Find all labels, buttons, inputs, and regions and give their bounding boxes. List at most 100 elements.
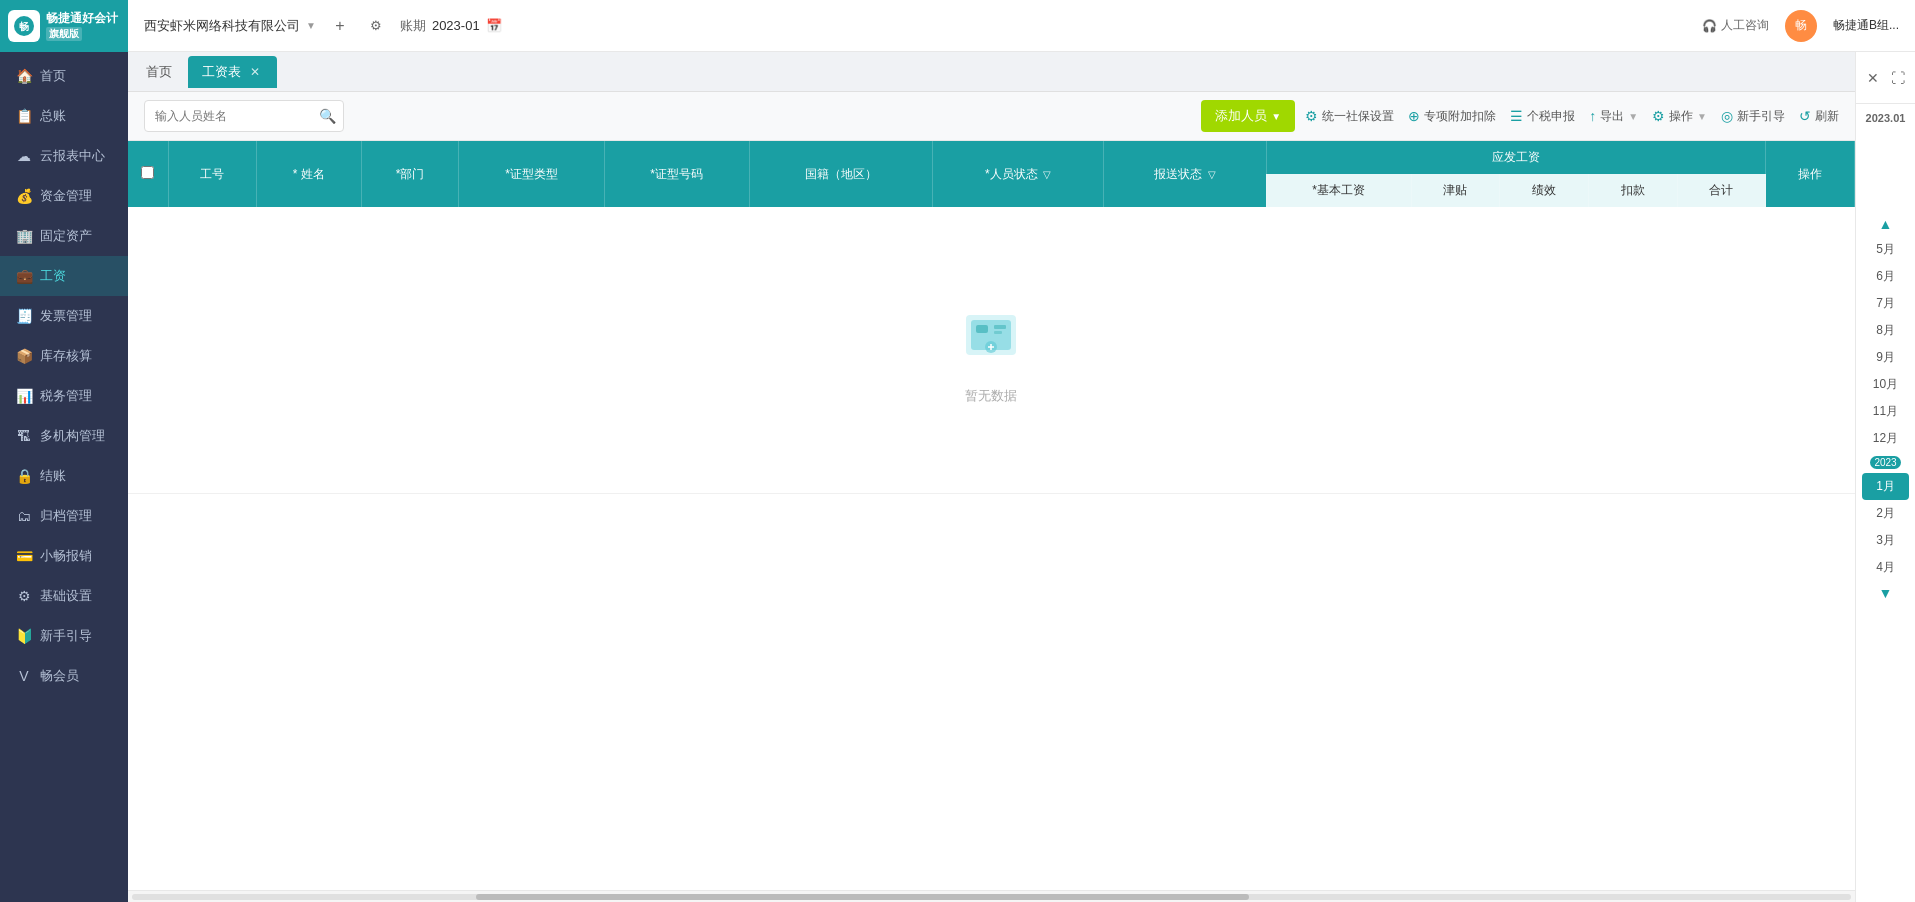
personal-tax-icon: ☰ [1510,108,1523,124]
customer-service-button[interactable]: 🎧 人工咨询 [1702,17,1769,34]
sidebar-item-tax[interactable]: 📊 税务管理 [0,376,128,416]
empty-state-cell: 暂无数据 [128,207,1855,494]
main-content: 首页 工资表 ✕ 🔍 添加人员 ▼ ⚙ [128,52,1855,902]
special-deduction-icon: ⊕ [1408,108,1420,124]
sidebar-item-cloud-report[interactable]: ☁ 云报表中心 [0,136,128,176]
th-person-status: *人员状态 ▽ [932,141,1103,207]
sidebar-item-fund[interactable]: 💰 资金管理 [0,176,128,216]
month-2022-7[interactable]: 7月 [1856,290,1915,317]
month-2022-6[interactable]: 6月 [1856,263,1915,290]
toolbar-actions: ⚙ 统一社保设置 ⊕ 专项附加扣除 ☰ 个税申报 ↑ 导出 ▼ [1305,108,1839,125]
sidebar-item-inventory[interactable]: 📦 库存核算 [0,336,128,376]
special-deduction-button[interactable]: ⊕ 专项附加扣除 [1408,108,1496,125]
expand-panel-button[interactable]: ⛶ [1890,68,1908,88]
sidebar-item-ledger[interactable]: 📋 总账 [0,96,128,136]
headset-icon: 🎧 [1702,19,1717,33]
add-person-button[interactable]: 添加人员 ▼ [1201,100,1295,132]
th-report-status: 报送状态 ▽ [1104,141,1266,207]
add-company-button[interactable]: + [328,14,352,38]
home-icon: 🏠 [16,68,32,84]
company-selector[interactable]: 西安虾米网络科技有限公司 ▼ [144,17,316,35]
sidebar-item-basic-settings[interactable]: ⚙ 基础设置 [0,576,128,616]
th-employee-id: 工号 [168,141,257,207]
guide-icon: 🔰 [16,628,32,644]
tab-payroll[interactable]: 工资表 ✕ [188,56,277,88]
empty-state-icon [951,295,1031,375]
sidebar-item-fixed-assets[interactable]: 🏢 固定资产 [0,216,128,256]
operations-button[interactable]: ⚙ 操作 ▼ [1652,108,1707,125]
logo-icon: 畅 [8,10,40,42]
empty-state: 暂无数据 [138,215,1845,485]
month-2022-10[interactable]: 10月 [1856,371,1915,398]
table-scrollbar[interactable] [128,890,1855,902]
refresh-button[interactable]: ↺ 刷新 [1799,108,1839,125]
tab-home[interactable]: 首页 [132,56,186,88]
svg-rect-6 [994,331,1002,334]
month-2023-1[interactable]: 1月 [1862,473,1909,500]
close-panel-button[interactable]: ✕ [1864,68,1882,88]
th-total: 合计 [1677,174,1766,207]
search-icon[interactable]: 🔍 [319,108,336,124]
period-year-top-label: 2023.01 [1866,112,1906,124]
sidebar-logo: 畅 畅捷通好会计 旗舰版 [0,0,128,52]
expense-icon: 💳 [16,548,32,564]
sidebar-item-member[interactable]: V 畅会员 [0,656,128,696]
report-status-filter-icon[interactable]: ▽ [1208,169,1216,180]
payroll-icon: 💼 [16,268,32,284]
scrollbar-thumb [476,894,1250,900]
social-security-icon: ⚙ [1305,108,1318,124]
month-2022-12[interactable]: 12月 [1856,425,1915,452]
month-2022-11[interactable]: 11月 [1856,398,1915,425]
export-button[interactable]: ↑ 导出 ▼ [1589,108,1638,125]
svg-rect-4 [976,325,988,333]
new-guide-button[interactable]: ◎ 新手引导 [1721,108,1785,125]
sidebar-item-home[interactable]: 🏠 首页 [0,56,128,96]
sidebar-nav: 🏠 首页 📋 总账 ☁ 云报表中心 💰 资金管理 🏢 固定资产 💼 工资 🧾 发… [0,52,128,902]
invoice-icon: 🧾 [16,308,32,324]
tab-close-button[interactable]: ✕ [247,64,263,80]
account-period: 账期 2023-01 📅 [400,17,502,35]
member-icon: V [16,668,32,684]
sidebar-item-new-guide[interactable]: 🔰 新手引导 [0,616,128,656]
month-2022-5[interactable]: 5月 [1856,236,1915,263]
month-2023-4[interactable]: 4月 [1856,554,1915,581]
th-basic-salary: *基本工资 [1266,174,1411,207]
sidebar-item-multi-org[interactable]: 🏗 多机构管理 [0,416,128,456]
th-operations: 操作 [1766,141,1855,207]
fund-icon: 💰 [16,188,32,204]
person-status-filter-icon[interactable]: ▽ [1043,169,1051,180]
month-2023-2[interactable]: 2月 [1856,500,1915,527]
month-2023-3[interactable]: 3月 [1856,527,1915,554]
month-2022-8[interactable]: 8月 [1856,317,1915,344]
multi-org-icon: 🏗 [16,428,32,444]
sidebar-item-archive[interactable]: 🗂 归档管理 [0,496,128,536]
settings-button[interactable]: ⚙ [364,14,388,38]
sidebar-item-payroll[interactable]: 💼 工资 [0,256,128,296]
th-allowance: 津贴 [1411,174,1500,207]
tabbar: 首页 工资表 ✕ [128,52,1855,92]
th-payable-salary-group: 应发工资 [1266,141,1766,174]
sidebar-item-invoice[interactable]: 🧾 发票管理 [0,296,128,336]
calendar-icon[interactable]: 📅 [486,18,502,33]
table-container: 工号 * 姓名 *部门 *证型类型 *证型号码 国籍（地区） *人员状态 ▽ 报… [128,141,1855,890]
user-name[interactable]: 畅捷通B组... [1833,17,1899,34]
social-security-button[interactable]: ⚙ 统一社保设置 [1305,108,1394,125]
year-2023-badge: 2023 [1870,456,1900,469]
refresh-icon: ↺ [1799,108,1811,124]
personal-tax-button[interactable]: ☰ 个税申报 [1510,108,1575,125]
sidebar-item-closing[interactable]: 🔒 结账 [0,456,128,496]
select-all-checkbox[interactable] [141,166,154,179]
user-avatar[interactable]: 畅 [1785,10,1817,42]
scroll-up-button[interactable]: ▲ [1879,212,1893,236]
th-nationality: 国籍（地区） [749,141,932,207]
sidebar-item-expense[interactable]: 💳 小畅报销 [0,536,128,576]
svg-rect-5 [994,325,1006,329]
month-2022-9[interactable]: 9月 [1856,344,1915,371]
th-name: * 姓名 [257,141,361,207]
search-input[interactable] [144,100,344,132]
th-deduction: 扣款 [1588,174,1677,207]
select-all-checkbox-header[interactable] [128,141,168,207]
company-chevron-icon: ▼ [306,20,316,31]
scroll-down-button[interactable]: ▼ [1879,581,1893,605]
toolbar: 🔍 添加人员 ▼ ⚙ 统一社保设置 ⊕ 专项附加扣除 [128,92,1855,141]
